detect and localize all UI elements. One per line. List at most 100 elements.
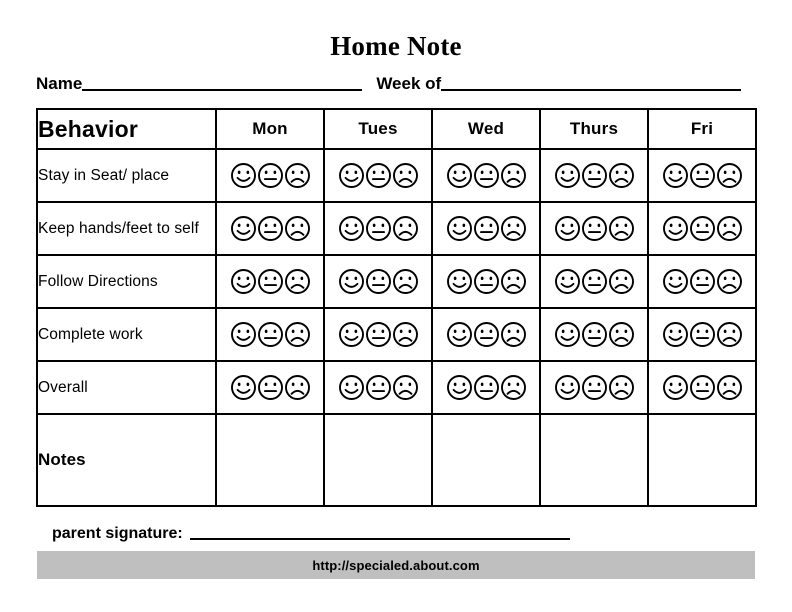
sad-face[interactable] [392,162,419,189]
parent-signature-input[interactable] [189,538,570,540]
rating-cell[interactable] [431,201,541,256]
rating-cell[interactable] [323,148,433,203]
rating-cell[interactable] [323,307,433,362]
sad-face[interactable] [716,162,743,189]
rating-cell[interactable] [215,254,325,309]
notes-cell[interactable] [323,413,433,507]
happy-face[interactable] [338,321,365,348]
neutral-face[interactable] [581,268,608,295]
sad-face[interactable] [392,321,419,348]
happy-face[interactable] [446,162,473,189]
neutral-face[interactable] [473,321,500,348]
rating-cell[interactable] [215,307,325,362]
rating-cell[interactable] [539,254,649,309]
neutral-face[interactable] [473,374,500,401]
neutral-face[interactable] [365,215,392,242]
neutral-face[interactable] [257,374,284,401]
happy-face[interactable] [446,374,473,401]
sad-face[interactable] [608,215,635,242]
notes-cell[interactable] [647,413,757,507]
sad-face[interactable] [608,321,635,348]
happy-face[interactable] [338,374,365,401]
happy-face[interactable] [554,374,581,401]
happy-face[interactable] [554,215,581,242]
happy-face[interactable] [554,162,581,189]
rating-cell[interactable] [431,307,541,362]
rating-cell[interactable] [647,307,757,362]
happy-face[interactable] [446,215,473,242]
happy-face[interactable] [446,268,473,295]
sad-face[interactable] [284,215,311,242]
rating-cell[interactable] [647,254,757,309]
sad-face[interactable] [716,374,743,401]
neutral-face[interactable] [581,374,608,401]
neutral-face[interactable] [689,162,716,189]
neutral-face[interactable] [473,268,500,295]
sad-face[interactable] [716,215,743,242]
neutral-face[interactable] [689,268,716,295]
sad-face[interactable] [716,321,743,348]
rating-cell[interactable] [323,254,433,309]
neutral-face[interactable] [365,321,392,348]
rating-cell[interactable] [323,201,433,256]
sad-face[interactable] [608,268,635,295]
rating-cell[interactable] [647,148,757,203]
happy-face[interactable] [230,215,257,242]
sad-face[interactable] [392,215,419,242]
sad-face[interactable] [500,162,527,189]
rating-cell[interactable] [647,201,757,256]
neutral-face[interactable] [365,162,392,189]
name-input[interactable] [82,89,363,91]
happy-face[interactable] [662,374,689,401]
sad-face[interactable] [500,374,527,401]
neutral-face[interactable] [365,374,392,401]
neutral-face[interactable] [581,321,608,348]
happy-face[interactable] [338,215,365,242]
happy-face[interactable] [230,162,257,189]
happy-face[interactable] [338,268,365,295]
notes-cell[interactable] [539,413,649,507]
sad-face[interactable] [284,374,311,401]
sad-face[interactable] [392,268,419,295]
happy-face[interactable] [230,268,257,295]
neutral-face[interactable] [689,215,716,242]
neutral-face[interactable] [581,162,608,189]
rating-cell[interactable] [539,148,649,203]
neutral-face[interactable] [257,321,284,348]
neutral-face[interactable] [365,268,392,295]
happy-face[interactable] [446,321,473,348]
rating-cell[interactable] [539,201,649,256]
neutral-face[interactable] [257,162,284,189]
happy-face[interactable] [662,162,689,189]
neutral-face[interactable] [473,162,500,189]
happy-face[interactable] [554,321,581,348]
rating-cell[interactable] [431,360,541,415]
sad-face[interactable] [392,374,419,401]
week-of-input[interactable] [441,89,742,91]
rating-cell[interactable] [431,148,541,203]
neutral-face[interactable] [581,215,608,242]
neutral-face[interactable] [257,268,284,295]
sad-face[interactable] [500,268,527,295]
sad-face[interactable] [608,162,635,189]
rating-cell[interactable] [215,148,325,203]
happy-face[interactable] [662,321,689,348]
sad-face[interactable] [284,321,311,348]
rating-cell[interactable] [323,360,433,415]
rating-cell[interactable] [215,360,325,415]
happy-face[interactable] [230,321,257,348]
neutral-face[interactable] [257,215,284,242]
sad-face[interactable] [284,268,311,295]
rating-cell[interactable] [539,307,649,362]
happy-face[interactable] [230,374,257,401]
neutral-face[interactable] [689,321,716,348]
sad-face[interactable] [608,374,635,401]
happy-face[interactable] [662,215,689,242]
happy-face[interactable] [662,268,689,295]
sad-face[interactable] [500,215,527,242]
rating-cell[interactable] [431,254,541,309]
rating-cell[interactable] [539,360,649,415]
happy-face[interactable] [554,268,581,295]
sad-face[interactable] [500,321,527,348]
notes-cell[interactable] [431,413,541,507]
